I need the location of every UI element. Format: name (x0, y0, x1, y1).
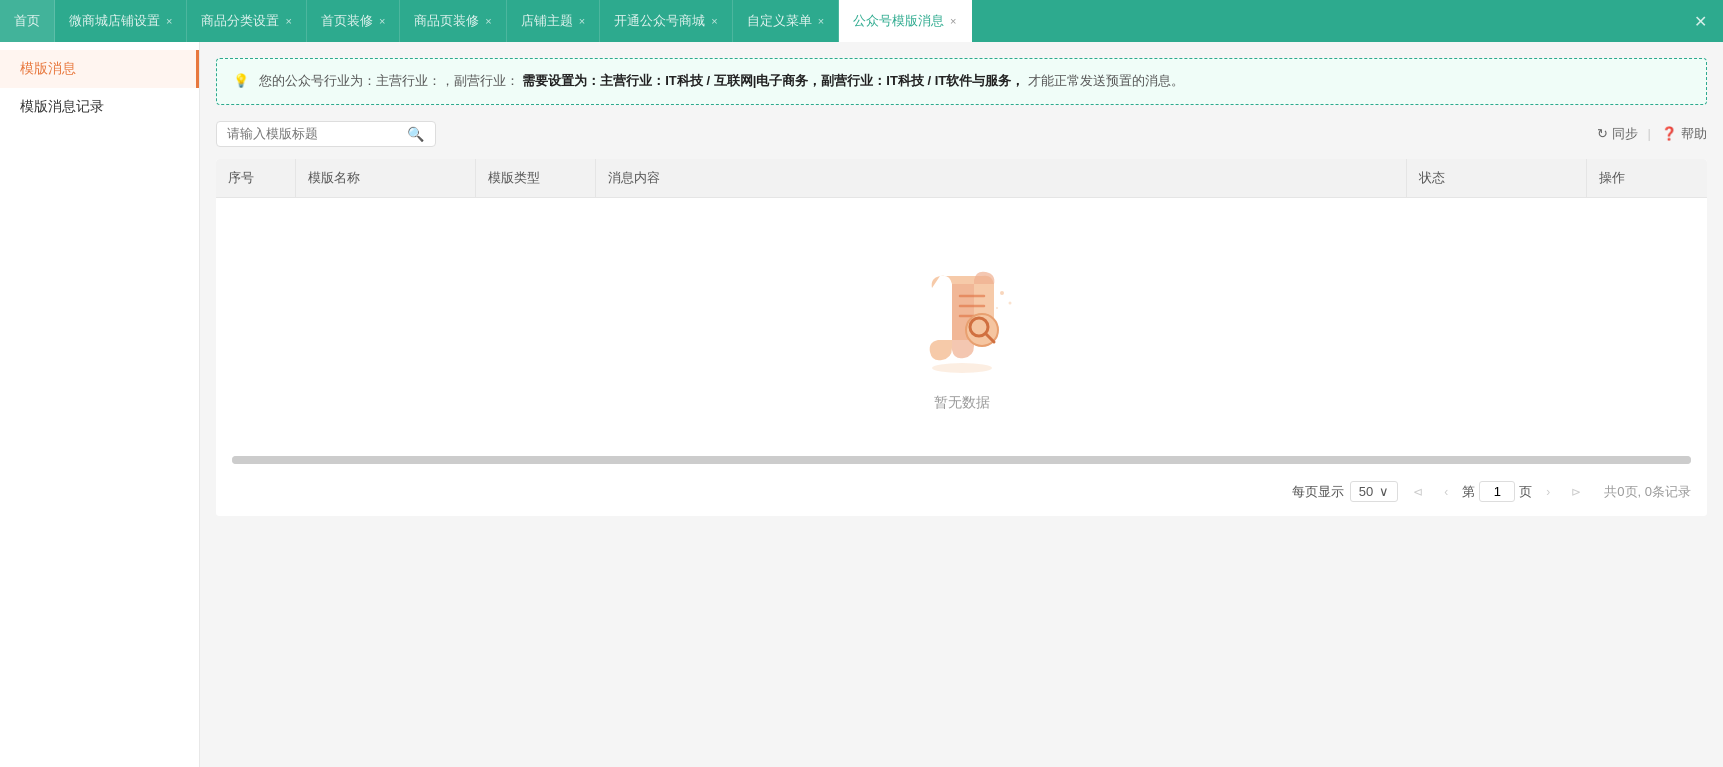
page-unit: 页 (1519, 483, 1532, 501)
pagination: 每页显示 50 ∨ ⊲ ‹ 第 页 › ⊳ 共0页, 0条记录 (216, 468, 1707, 516)
page-label: 第 (1462, 483, 1475, 501)
svg-point-9 (996, 307, 998, 309)
notice-icon: 💡 (233, 73, 249, 88)
last-page-button[interactable]: ⊳ (1564, 480, 1588, 504)
search-bar: 🔍 ↻ 同步 | ❓ 帮助 (216, 121, 1707, 147)
sidebar: 模版消息 模版消息记录 (0, 42, 200, 767)
help-button[interactable]: ❓ 帮助 (1661, 125, 1707, 143)
tab-product-decor[interactable]: 商品页装修 × (400, 0, 506, 42)
tab-home-decor-label: 首页装修 (321, 12, 373, 30)
tab-store-theme-close[interactable]: × (579, 15, 585, 27)
tab-product-decor-label: 商品页装修 (414, 12, 479, 30)
search-input[interactable] (227, 126, 407, 141)
sidebar-item-template-message-label: 模版消息 (20, 60, 76, 76)
prev-page-button[interactable]: ‹ (1434, 480, 1458, 504)
tab-custom-menu[interactable]: 自定义菜单 × (733, 0, 839, 42)
tab-product-category-label: 商品分类设置 (201, 12, 279, 30)
empty-illustration (902, 258, 1022, 378)
tab-store-theme[interactable]: 店铺主题 × (507, 0, 600, 42)
action-divider: | (1648, 126, 1651, 141)
svg-point-7 (1000, 291, 1004, 295)
tab-template-msg-label: 公众号模版消息 (853, 12, 944, 30)
tab-custom-menu-close[interactable]: × (818, 15, 824, 27)
main-content: 💡 您的公众号行业为：主营行业：，副营行业： 需要设置为：主营行业：IT科技 /… (200, 42, 1723, 767)
notice-banner: 💡 您的公众号行业为：主营行业：，副营行业： 需要设置为：主营行业：IT科技 /… (216, 58, 1707, 105)
global-close-button[interactable]: ✕ (1678, 12, 1723, 31)
tab-wechat-shop-label: 微商城店铺设置 (69, 12, 160, 30)
per-page-section: 每页显示 50 ∨ (1292, 481, 1398, 502)
page-input[interactable] (1479, 481, 1515, 502)
help-label: 帮助 (1681, 125, 1707, 143)
th-index: 序号 (216, 159, 296, 197)
notice-highlight: 需要设置为：主营行业：IT科技 / 互联网|电子商务，副营行业：IT科技 / I… (522, 73, 1024, 88)
sidebar-item-template-record-label: 模版消息记录 (20, 98, 104, 114)
th-type: 模版类型 (476, 159, 596, 197)
notice-suffix: 才能正常发送预置的消息。 (1028, 73, 1184, 88)
main-layout: 模版消息 模版消息记录 💡 您的公众号行业为：主营行业：，副营行业： 需要设置为… (0, 42, 1723, 767)
tab-home-decor[interactable]: 首页装修 × (307, 0, 400, 42)
empty-text: 暂无数据 (934, 394, 990, 412)
notice-prefix: 您的公众号行业为：主营行业：，副营行业： (259, 73, 519, 88)
tab-custom-menu-label: 自定义菜单 (747, 12, 812, 30)
th-action: 操作 (1587, 159, 1707, 197)
next-page-button[interactable]: › (1536, 480, 1560, 504)
sync-label: 同步 (1612, 125, 1638, 143)
tab-product-decor-close[interactable]: × (485, 15, 491, 27)
svg-point-8 (1008, 301, 1011, 304)
tab-open-mall[interactable]: 开通公众号商城 × (600, 0, 732, 42)
first-page-button[interactable]: ⊲ (1406, 480, 1430, 504)
scroll-thumb[interactable] (232, 456, 1691, 464)
th-name: 模版名称 (296, 159, 476, 197)
sidebar-item-template-message[interactable]: 模版消息 (0, 50, 199, 88)
search-input-wrapper[interactable]: 🔍 (216, 121, 436, 147)
sync-button[interactable]: ↻ 同步 (1597, 125, 1638, 143)
top-navigation: 首页 微商城店铺设置 × 商品分类设置 × 首页装修 × 商品页装修 × 店铺主… (0, 0, 1723, 42)
tab-store-theme-label: 店铺主题 (521, 12, 573, 30)
per-page-value: 50 (1359, 484, 1373, 499)
total-info: 共0页, 0条记录 (1604, 483, 1691, 501)
data-table: 序号 模版名称 模版类型 消息内容 状态 操作 (216, 159, 1707, 516)
empty-state: 暂无数据 (216, 198, 1707, 452)
tab-template-msg-close[interactable]: × (950, 15, 956, 27)
tab-product-category[interactable]: 商品分类设置 × (187, 0, 306, 42)
help-icon: ❓ (1661, 126, 1677, 141)
search-actions: ↻ 同步 | ❓ 帮助 (1597, 125, 1707, 143)
tab-open-mall-label: 开通公众号商城 (614, 12, 705, 30)
th-content: 消息内容 (596, 159, 1407, 197)
tab-home-label: 首页 (14, 12, 40, 30)
th-status: 状态 (1407, 159, 1587, 197)
tab-wechat-shop-close[interactable]: × (166, 15, 172, 27)
scroll-track[interactable] (232, 456, 1691, 464)
tab-open-mall-close[interactable]: × (711, 15, 717, 27)
tab-wechat-shop[interactable]: 微商城店铺设置 × (55, 0, 187, 42)
tab-product-category-close[interactable]: × (285, 15, 291, 27)
sidebar-item-template-record[interactable]: 模版消息记录 (0, 88, 199, 126)
search-icon[interactable]: 🔍 (407, 126, 424, 142)
pagination-controls: ⊲ ‹ 第 页 › ⊳ (1406, 480, 1588, 504)
table-header: 序号 模版名称 模版类型 消息内容 状态 操作 (216, 159, 1707, 198)
per-page-label: 每页显示 (1292, 483, 1344, 501)
svg-point-0 (932, 363, 992, 373)
per-page-select[interactable]: 50 ∨ (1350, 481, 1398, 502)
sync-icon: ↻ (1597, 126, 1608, 141)
tab-template-msg[interactable]: 公众号模版消息 × (839, 0, 971, 42)
chevron-down-icon: ∨ (1379, 484, 1389, 499)
tab-home[interactable]: 首页 (0, 0, 55, 42)
tab-home-decor-close[interactable]: × (379, 15, 385, 27)
